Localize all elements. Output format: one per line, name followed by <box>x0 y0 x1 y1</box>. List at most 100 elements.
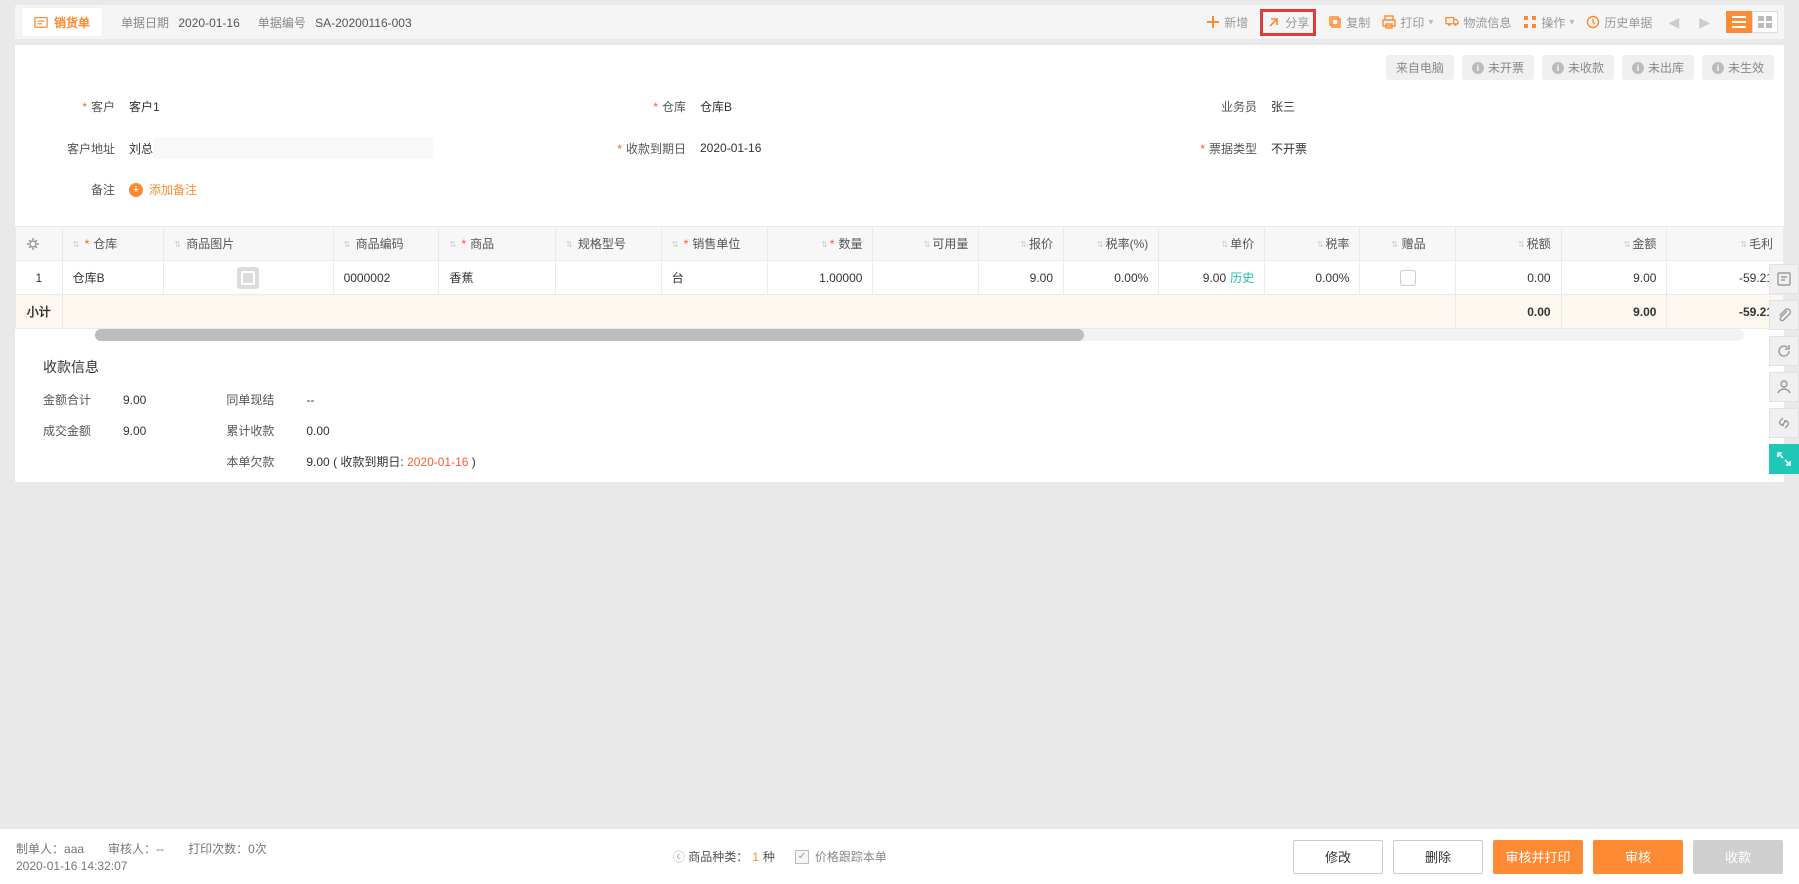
field-due-date: *收款到期日 2020-01-16 <box>614 140 1185 157</box>
status-ineffective[interactable]: i未生效 <box>1702 55 1774 80</box>
payment-accumulated: 累计收款0.00 <box>226 422 475 439</box>
cell-rate2: 0.00% <box>1265 261 1360 295</box>
price-history-link[interactable]: 历史 <box>1230 271 1254 285</box>
cell-warehouse: 仓库B <box>62 261 164 295</box>
field-invoice-type: *票据类型 不开票 <box>1185 140 1756 157</box>
col-quote[interactable]: ⇅报价 <box>979 227 1064 261</box>
form-area: *客户 客户1 *仓库 仓库B 业务员 张三 客户地址 刘总 <box>15 80 1784 226</box>
price-follow-checkbox[interactable]: ✓ 价格跟踪本单 <box>795 848 887 865</box>
gift-checkbox[interactable] <box>1400 270 1416 286</box>
scrollbar-thumb[interactable] <box>95 329 1084 341</box>
image-placeholder-icon <box>237 267 259 289</box>
cell-amount: 9.00 <box>1561 261 1667 295</box>
subtotal-label: 小计 <box>16 295 63 329</box>
col-rate2[interactable]: ⇅税率 <box>1265 227 1360 261</box>
cell-product: 香蕉 <box>439 261 555 295</box>
col-gift[interactable]: ⇅赠品 <box>1360 227 1455 261</box>
rail-user-button[interactable] <box>1769 372 1799 402</box>
line-items-table: ⇅*仓库 ⇅商品图片 ⇅商品编码 ⇅*商品 ⇅规格型号 ⇅*销售单位 ⇅*数量 … <box>15 226 1784 341</box>
delete-button[interactable]: 删除 <box>1393 840 1483 874</box>
col-profit[interactable]: ⇅毛利 <box>1667 227 1784 261</box>
view-toggle <box>1726 11 1778 33</box>
column-settings-button[interactable] <box>16 227 63 261</box>
tab-title: 销货单 <box>54 14 90 31</box>
share-button[interactable]: 分享 <box>1260 9 1316 36</box>
next-button[interactable]: ▶ <box>1695 14 1714 31</box>
creator-info: 制单人：aaa <box>16 840 84 857</box>
prev-button[interactable]: ◀ <box>1664 14 1683 31</box>
status-uninvoiced[interactable]: i未开票 <box>1462 55 1534 80</box>
status-unpaid[interactable]: i未收款 <box>1542 55 1614 80</box>
address-redacted <box>153 137 433 159</box>
audit-print-button[interactable]: 审核并打印 <box>1493 840 1583 874</box>
audit-button[interactable]: 审核 <box>1593 840 1683 874</box>
table-row[interactable]: 1 仓库B 0000002 香蕉 台 1.00000 9.00 0.00% 9.… <box>16 261 1784 295</box>
footer-bar: 制单人：aaa 审核人：-- 打印次数：0次 2020-01-16 14:32:… <box>0 828 1799 884</box>
active-tab[interactable]: 销货单 <box>21 7 103 37</box>
auditor-info: 审核人：-- <box>108 840 164 857</box>
print-count-info: 打印次数：0次 <box>188 840 267 857</box>
info-icon: i <box>1472 62 1484 74</box>
col-warehouse[interactable]: ⇅*仓库 <box>62 227 164 261</box>
history-button[interactable]: 历史单据 <box>1586 14 1652 31</box>
field-address: 客户地址 刘总 <box>43 137 614 159</box>
truck-icon <box>1445 15 1459 29</box>
field-warehouse: *仓库 仓库B <box>614 98 1185 115</box>
print-icon <box>1382 15 1396 29</box>
doc-code: 单据编号 SA-20200116-003 <box>258 14 412 31</box>
payment-section: 收款信息 金额合计9.00 成交金额9.00 同单现结-- 累计收款0.00 本… <box>15 341 1784 470</box>
col-price[interactable]: ⇅单价 <box>1159 227 1265 261</box>
field-remark: 备注 + 添加备注 <box>43 181 614 198</box>
col-qty[interactable]: ⇅*数量 <box>767 227 873 261</box>
print-button[interactable]: 打印 ▾ <box>1382 14 1433 31</box>
cell-image <box>164 261 333 295</box>
rail-expand-button[interactable] <box>1769 444 1799 474</box>
footer-actions: 修改 删除 审核并打印 审核 收款 <box>1293 840 1783 874</box>
logistics-button[interactable]: 物流信息 <box>1445 14 1511 31</box>
copy-button[interactable]: 复制 <box>1328 14 1370 31</box>
edit-button[interactable]: 修改 <box>1293 840 1383 874</box>
view-list-button[interactable] <box>1726 11 1752 33</box>
timestamp: 2020-01-16 14:32:07 <box>16 859 267 873</box>
subtotal-profit: -59.21 <box>1667 295 1784 329</box>
col-code[interactable]: ⇅商品编码 <box>333 227 439 261</box>
cell-quote: 9.00 <box>979 261 1064 295</box>
rail-refresh-button[interactable] <box>1769 336 1799 366</box>
subtotal-amount: 9.00 <box>1561 295 1667 329</box>
horizontal-scrollbar[interactable] <box>95 329 1744 341</box>
side-rail <box>1769 264 1799 474</box>
payment-same-order: 同单现结-- <box>226 391 475 408</box>
product-kinds: ⓒ 商品种类：1种 <box>673 848 775 865</box>
share-icon <box>1267 15 1281 29</box>
col-rate[interactable]: ⇅税率(%) <box>1064 227 1159 261</box>
view-card-button[interactable] <box>1752 11 1778 33</box>
col-tax[interactable]: ⇅税额 <box>1455 227 1561 261</box>
sales-order-icon <box>34 15 48 29</box>
col-unit[interactable]: ⇅*销售单位 <box>661 227 767 261</box>
cell-profit: -59.21 <box>1667 261 1784 295</box>
top-bar-left: 销货单 单据日期 2020-01-16 单据编号 SA-20200116-003 <box>21 7 412 37</box>
operate-button[interactable]: 操作 ▾ <box>1523 14 1574 31</box>
col-available[interactable]: ⇅可用量 <box>873 227 979 261</box>
history-icon <box>1586 15 1600 29</box>
chevron-down-icon: ▾ <box>1569 17 1574 28</box>
rail-note-button[interactable] <box>1769 264 1799 294</box>
add-remark-button[interactable]: + 添加备注 <box>129 181 197 198</box>
add-button[interactable]: 新增 <box>1206 14 1248 31</box>
col-image[interactable]: ⇅商品图片 <box>164 227 333 261</box>
info-icon: i <box>1712 62 1724 74</box>
col-product[interactable]: ⇅*商品 <box>439 227 555 261</box>
cell-index: 1 <box>16 261 63 295</box>
rail-link-button[interactable] <box>1769 408 1799 438</box>
doc-date: 单据日期 2020-01-16 <box>121 14 240 31</box>
col-amount[interactable]: ⇅金额 <box>1561 227 1667 261</box>
rail-attachment-button[interactable] <box>1769 300 1799 330</box>
col-spec[interactable]: ⇅规格型号 <box>555 227 661 261</box>
checkbox-icon: ✓ <box>795 850 809 864</box>
content-card: 来自电脑 i未开票 i未收款 i未出库 i未生效 *客户 客户1 *仓库 仓库B… <box>14 44 1785 483</box>
plus-circle-icon: + <box>129 183 143 197</box>
status-unshipped[interactable]: i未出库 <box>1622 55 1694 80</box>
cell-available <box>873 261 979 295</box>
cell-unit: 台 <box>661 261 767 295</box>
payment-title: 收款信息 <box>43 357 1756 377</box>
